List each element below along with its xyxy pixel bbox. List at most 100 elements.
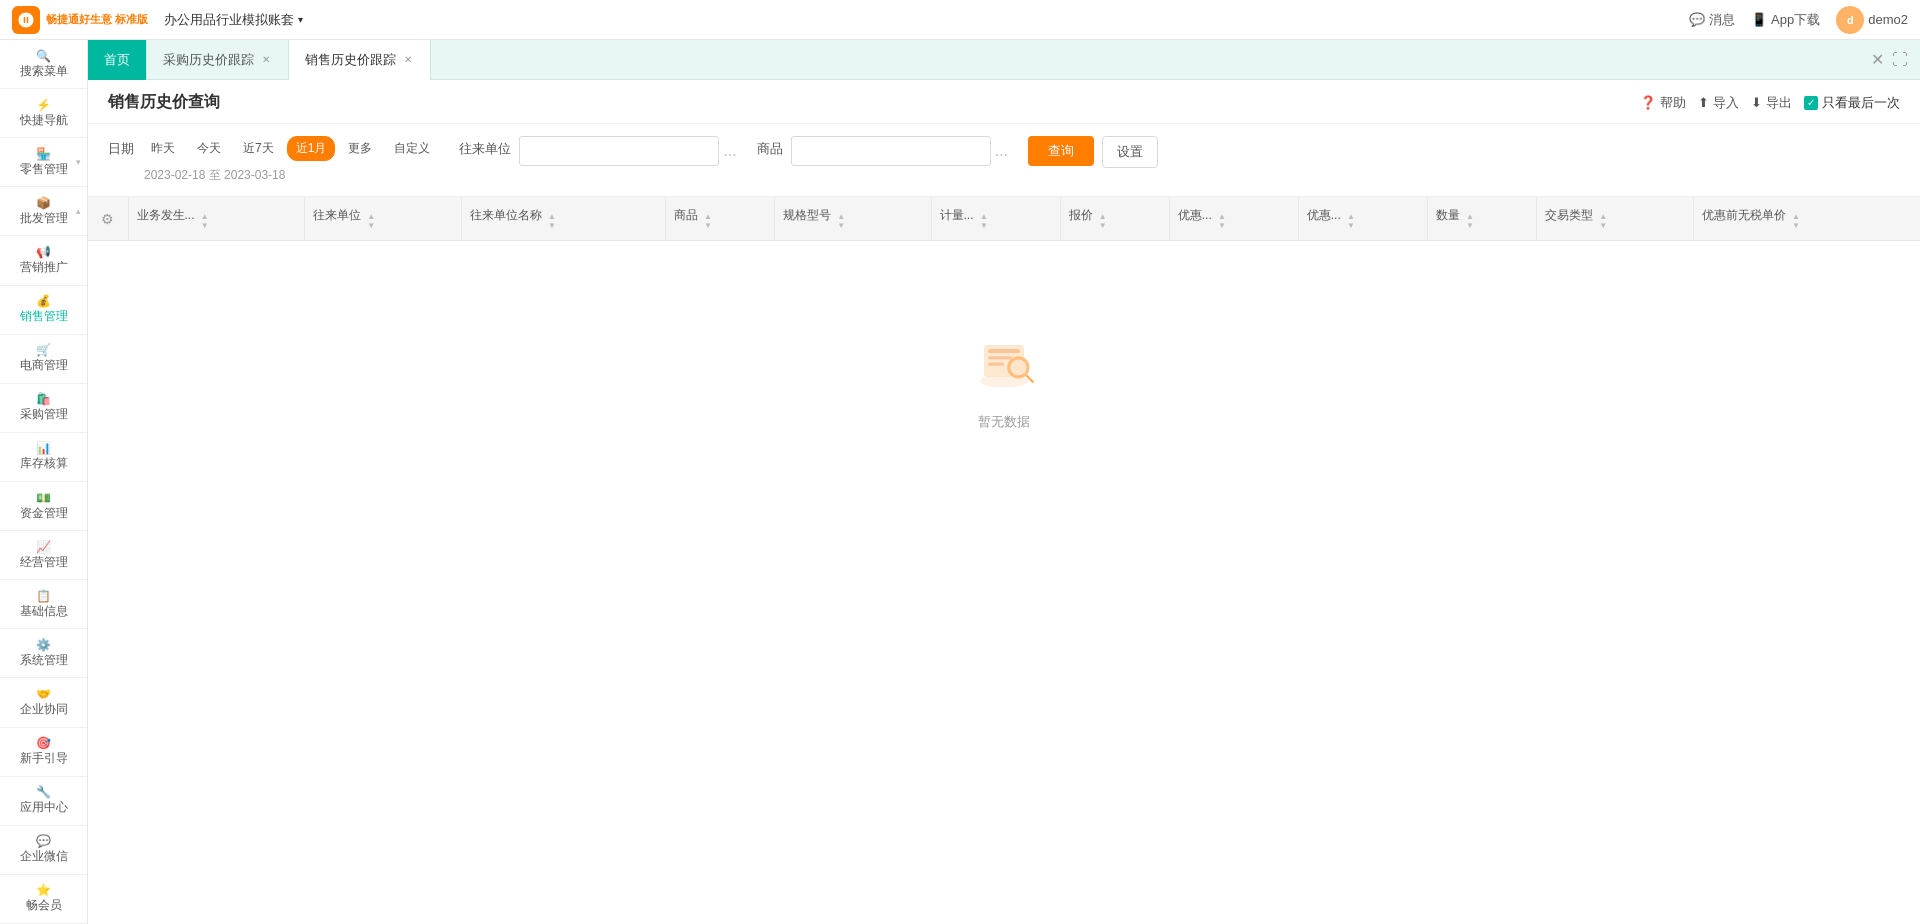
sort-icons: ▲▼	[1218, 213, 1226, 230]
table-settings-icon[interactable]: ⚙	[101, 211, 114, 227]
home-tab-label: 首页	[104, 51, 130, 69]
svg-rect-3	[988, 356, 1012, 359]
sort-icons: ▲▼	[1099, 213, 1107, 230]
tab-purchase-history[interactable]: 采购历史价跟踪 ✕	[147, 40, 289, 80]
th-quantity[interactable]: 数量 ▲▼	[1427, 197, 1536, 241]
sidebar-item-retail[interactable]: 🏪 零售管理 ▾	[0, 138, 87, 187]
close-purchase-tab-icon[interactable]: ✕	[260, 52, 272, 67]
partner-input[interactable]	[519, 136, 719, 166]
partner-input-group: ...	[519, 136, 736, 166]
sidebar-item-enterprise-wechat[interactable]: 💬 企业微信	[0, 826, 87, 875]
date-btn-today[interactable]: 今天	[188, 136, 230, 161]
sales-icon: 💰	[36, 294, 51, 308]
th-quote[interactable]: 报价 ▲▼	[1060, 197, 1169, 241]
page-header: 销售历史价查询 ❓ 帮助 ⬆ 导入 ⬇ 导出	[88, 80, 1920, 124]
help-icon: ❓	[1640, 95, 1656, 110]
chevron-down-icon: ▾	[298, 14, 303, 25]
sidebar-item-label: 批发管理	[20, 210, 68, 227]
page-title: 销售历史价查询	[108, 92, 220, 113]
quick-nav-icon: ⚡	[36, 98, 51, 112]
close-window-icon[interactable]: ✕	[1871, 50, 1884, 69]
tab-bar: 首页 采购历史价跟踪 ✕ 销售历史价跟踪 ✕ ✕ ⛶	[88, 40, 1920, 80]
vip-icon: ⭐	[36, 883, 51, 897]
th-pre-discount-price[interactable]: 优惠前无税单价 ▲▼	[1693, 197, 1920, 241]
partner-dots-icon[interactable]: ...	[723, 142, 736, 160]
sidebar-item-label: 基础信息	[20, 603, 68, 620]
sort-icons: ▲▼	[980, 213, 988, 230]
maximize-window-icon[interactable]: ⛶	[1892, 51, 1908, 69]
export-label: 导出	[1766, 94, 1792, 112]
system-icon: ⚙️	[36, 638, 51, 652]
app-download-action[interactable]: 📱 App下载	[1751, 11, 1820, 29]
sidebar-item-sales[interactable]: 💰 销售管理	[0, 286, 87, 335]
date-btn-custom[interactable]: 自定义	[385, 136, 439, 161]
settings-button[interactable]: 设置	[1102, 136, 1158, 168]
chevron-down-icon: ▾	[76, 157, 81, 167]
product-input[interactable]	[791, 136, 991, 166]
sales-history-label: 销售历史价跟踪	[305, 51, 396, 69]
search-menu-icon: 🔍	[36, 49, 51, 63]
logo-area: 畅捷通好生意 标准版	[12, 6, 148, 34]
sidebar-item-quick-nav[interactable]: ⚡ 快捷导航	[0, 89, 87, 138]
sidebar-item-search-menu[interactable]: 🔍 搜索菜单	[0, 40, 87, 89]
th-partner-code[interactable]: 往来单位 ▲▼	[304, 197, 461, 241]
sidebar-item-label: 销售管理	[20, 308, 68, 325]
import-action[interactable]: ⬆ 导入	[1698, 94, 1739, 112]
th-discount1[interactable]: 优惠... ▲▼	[1169, 197, 1298, 241]
sidebar-item-system[interactable]: ⚙️ 系统管理	[0, 629, 87, 678]
only-last-label: 只看最后一次	[1822, 94, 1900, 112]
product-dots-icon[interactable]: ...	[995, 142, 1008, 160]
th-partner-name-label: 往来单位名称	[470, 208, 542, 222]
sort-icons: ▲▼	[704, 213, 712, 230]
sidebar-item-vip[interactable]: ⭐ 畅会员	[0, 875, 87, 924]
enterprise-wechat-icon: 💬	[36, 834, 51, 848]
user-area[interactable]: d demo2	[1836, 6, 1908, 34]
empty-text: 暂无数据	[978, 413, 1030, 431]
tab-home[interactable]: 首页	[88, 40, 147, 80]
sidebar-item-marketing[interactable]: 📢 营销推广	[0, 236, 87, 285]
tab-sales-history[interactable]: 销售历史价跟踪 ✕	[289, 40, 431, 80]
sidebar-item-purchase[interactable]: 🛍️ 采购管理	[0, 384, 87, 433]
sidebar-item-inventory[interactable]: 📊 库存核算	[0, 433, 87, 482]
sidebar-item-wholesale[interactable]: 📦 批发管理 ▴	[0, 187, 87, 236]
date-btn-7days[interactable]: 近7天	[234, 136, 283, 161]
th-discount1-label: 优惠...	[1178, 208, 1212, 222]
sidebar-item-label: 系统管理	[20, 652, 68, 669]
sidebar-item-app-center[interactable]: 🔧 应用中心	[0, 777, 87, 826]
only-last-checkbox[interactable]: 只看最后一次	[1804, 94, 1900, 112]
sidebar-item-label: 经营管理	[20, 554, 68, 571]
date-btn-yesterday[interactable]: 昨天	[142, 136, 184, 161]
date-btn-more[interactable]: 更多	[339, 136, 381, 161]
th-unit[interactable]: 计量... ▲▼	[931, 197, 1060, 241]
message-action[interactable]: 💬 消息	[1689, 11, 1735, 29]
help-action[interactable]: ❓ 帮助	[1640, 94, 1686, 112]
th-product[interactable]: 商品 ▲▼	[665, 197, 774, 241]
sort-icons: ▲▼	[837, 213, 845, 230]
export-action[interactable]: ⬇ 导出	[1751, 94, 1792, 112]
sidebar-item-beginner[interactable]: 🎯 新手引导	[0, 728, 87, 777]
app-selector[interactable]: 办公用品行业模拟账套 ▾	[156, 11, 311, 29]
date-buttons: 昨天 今天 近7天 近1月 更多 自定义	[142, 136, 439, 161]
th-spec[interactable]: 规格型号 ▲▼	[774, 197, 931, 241]
sidebar-item-label: 应用中心	[20, 799, 68, 816]
sidebar-item-enterprise-collab[interactable]: 🤝 企业协同	[0, 678, 87, 727]
sidebar-item-finance[interactable]: 💵 资金管理	[0, 482, 87, 531]
sidebar-item-operations[interactable]: 📈 经营管理	[0, 531, 87, 580]
sort-icons: ▲▼	[1599, 213, 1607, 230]
message-icon: 💬	[1689, 12, 1705, 27]
th-discount2[interactable]: 优惠... ▲▼	[1298, 197, 1427, 241]
th-business-date[interactable]: 业务发生... ▲▼	[128, 197, 304, 241]
th-partner-name[interactable]: 往来单位名称 ▲▼	[461, 197, 665, 241]
user-name: demo2	[1868, 12, 1908, 27]
sidebar-item-label: 库存核算	[20, 455, 68, 472]
date-filter-label: 日期	[108, 136, 134, 158]
sidebar-item-label: 新手引导	[20, 750, 68, 767]
th-trade-type[interactable]: 交易类型 ▲▼	[1536, 197, 1693, 241]
sidebar-item-basic-info[interactable]: 📋 基础信息	[0, 580, 87, 629]
date-btn-1month[interactable]: 近1月	[287, 136, 336, 161]
wholesale-icon: 📦	[36, 196, 51, 210]
sidebar-item-label: 快捷导航	[20, 112, 68, 129]
query-button[interactable]: 查询	[1028, 136, 1094, 166]
close-sales-tab-icon[interactable]: ✕	[402, 52, 414, 67]
sidebar-item-ecommerce[interactable]: 🛒 电商管理	[0, 335, 87, 384]
